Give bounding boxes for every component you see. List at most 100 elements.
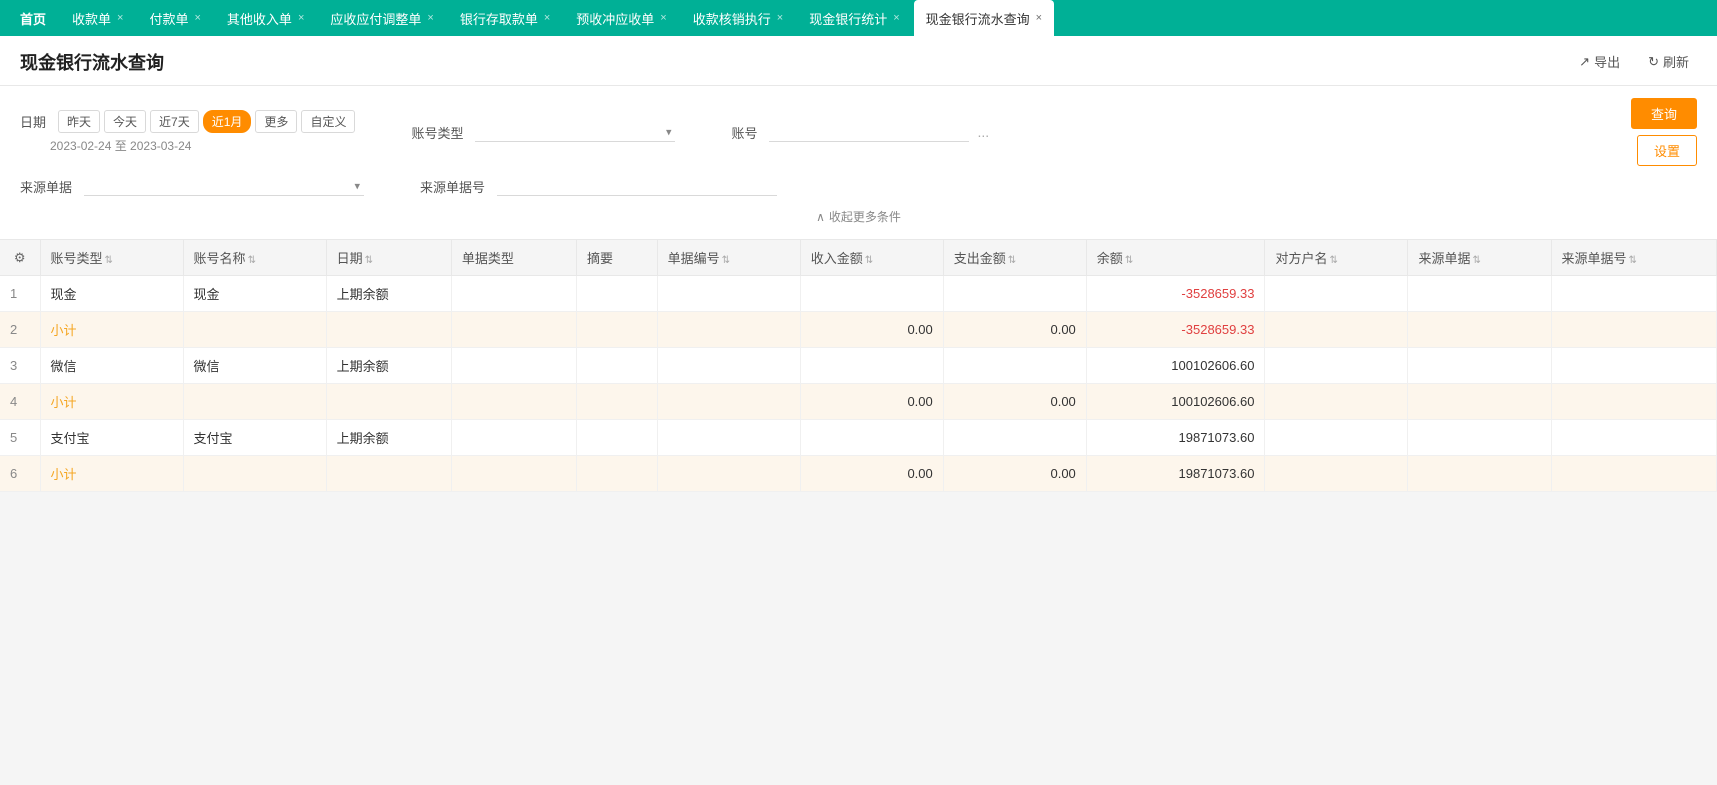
table-settings-icon[interactable]: ⚙ xyxy=(14,250,26,265)
collapse-button[interactable]: ∧ 收起更多条件 xyxy=(808,206,909,227)
data-table: ⚙账号类型⇅账号名称⇅日期⇅单据类型摘要单据编号⇅收入金额⇅支出金额⇅余额⇅对方… xyxy=(0,240,1717,492)
cell-balance: 100102606.60 xyxy=(1086,384,1265,420)
cell-doc_type xyxy=(451,420,576,456)
sort-icon-doc_no: ⇅ xyxy=(722,255,730,266)
nav-tab-2[interactable]: 其他收入单 × xyxy=(215,0,316,36)
col-header-doc_no[interactable]: 单据编号⇅ xyxy=(657,240,800,276)
cell-expense xyxy=(943,276,1086,312)
table-row: 6小计0.000.0019871073.60 xyxy=(0,456,1717,492)
account-more-btn[interactable]: ... xyxy=(977,124,989,140)
tab-close-5[interactable]: × xyxy=(660,12,666,24)
cell-doc_type xyxy=(451,276,576,312)
cell-num: 2 xyxy=(0,312,40,348)
col-label-doc_type: 单据类型 xyxy=(462,251,514,266)
tab-close-3[interactable]: × xyxy=(427,12,433,24)
date-btn-4[interactable]: 更多 xyxy=(255,110,297,133)
cell-doc_no xyxy=(657,348,800,384)
tab-close-1[interactable]: × xyxy=(194,12,200,24)
cell-date xyxy=(326,456,451,492)
nav-tab-4[interactable]: 银行存取款单× xyxy=(448,0,562,36)
source-doc-select-wrapper xyxy=(84,176,364,196)
collapse-row: ∧ 收起更多条件 xyxy=(20,206,1697,227)
cell-date xyxy=(326,312,451,348)
nav-tab-6[interactable]: 收款核销执行× xyxy=(681,0,795,36)
cell-account_name xyxy=(183,384,326,420)
tab-close-7[interactable]: × xyxy=(893,12,899,24)
refresh-label: 刷新 xyxy=(1663,52,1689,71)
settings-button[interactable]: 设置 xyxy=(1637,135,1697,166)
tab-label-2: 其他收入单 xyxy=(227,9,292,28)
cell-counterpart xyxy=(1265,420,1408,456)
cell-num: 3 xyxy=(0,348,40,384)
cell-income xyxy=(800,420,943,456)
date-btn-0[interactable]: 昨天 xyxy=(58,110,100,133)
nav-tab-8[interactable]: 现金银行流水查询× xyxy=(914,0,1054,36)
sort-icon-balance: ⇅ xyxy=(1125,255,1133,266)
cell-date: 上期余额 xyxy=(326,348,451,384)
col-header-date[interactable]: 日期⇅ xyxy=(326,240,451,276)
cell-income: 0.00 xyxy=(800,384,943,420)
cell-account_type: 小计 xyxy=(40,456,183,492)
nav-tab-3[interactable]: 应收应付调整单× xyxy=(318,0,445,36)
cell-summary xyxy=(577,420,658,456)
col-header-counterpart[interactable]: 对方户名⇅ xyxy=(1265,240,1408,276)
cell-source_doc xyxy=(1408,384,1551,420)
refresh-button[interactable]: ↻ 刷新 xyxy=(1640,48,1697,75)
tab-label-0: 收款单 xyxy=(72,9,111,28)
nav-tab-1[interactable]: 付款单× xyxy=(137,0,212,36)
nav-home[interactable]: 首页 xyxy=(8,0,58,36)
col-header-expense[interactable]: 支出金额⇅ xyxy=(943,240,1086,276)
cell-account_name xyxy=(183,312,326,348)
refresh-icon: ↻ xyxy=(1648,54,1659,70)
sort-icon-date: ⇅ xyxy=(365,255,373,266)
col-header-source_doc[interactable]: 来源单据⇅ xyxy=(1408,240,1551,276)
col-header-source_doc_no[interactable]: 来源单据号⇅ xyxy=(1551,240,1716,276)
cell-account_type: 微信 xyxy=(40,348,183,384)
tab-close-4[interactable]: × xyxy=(544,12,550,24)
query-button[interactable]: 查询 xyxy=(1631,98,1697,129)
nav-tab-0[interactable]: 收款单 × xyxy=(60,0,135,36)
cell-expense: 0.00 xyxy=(943,312,1086,348)
date-btn-1[interactable]: 今天 xyxy=(104,110,146,133)
tab-close-2[interactable]: × xyxy=(298,12,304,24)
cell-income: 0.00 xyxy=(800,312,943,348)
cell-summary xyxy=(577,312,658,348)
nav-tabs: 收款单×付款单×其他收入单×应收应付调整单×银行存取款单×预收冲应收单×收款核销… xyxy=(60,0,1054,36)
nav-tab-7[interactable]: 现金银行统计× xyxy=(797,0,911,36)
cell-account_type: 小计 xyxy=(40,384,183,420)
tab-label-5: 预收冲应收单 xyxy=(576,9,654,28)
col-label-balance: 余额 xyxy=(1097,251,1123,266)
page-title: 现金银行流水查询 xyxy=(20,49,164,85)
sort-icon-source_doc_no: ⇅ xyxy=(1629,255,1637,266)
tab-close-0[interactable]: × xyxy=(117,12,123,24)
col-label-income: 收入金额 xyxy=(811,251,863,266)
account-type-select[interactable] xyxy=(475,122,675,142)
source-doc-select[interactable] xyxy=(84,176,364,196)
cell-expense xyxy=(943,348,1086,384)
source-doc-no-input[interactable] xyxy=(497,176,777,196)
account-input[interactable] xyxy=(769,122,969,142)
col-label-source_doc: 来源单据 xyxy=(1418,251,1470,266)
date-btn-5[interactable]: 自定义 xyxy=(301,110,355,133)
col-header-doc_type: 单据类型 xyxy=(451,240,576,276)
col-header-income[interactable]: 收入金额⇅ xyxy=(800,240,943,276)
account-type-label: 账号类型 xyxy=(411,123,463,142)
cell-doc_type xyxy=(451,384,576,420)
nav-tab-5[interactable]: 预收冲应收单 × xyxy=(564,0,678,36)
cell-doc_type xyxy=(451,312,576,348)
col-header-account_type[interactable]: 账号类型⇅ xyxy=(40,240,183,276)
col-header-account_name[interactable]: 账号名称⇅ xyxy=(183,240,326,276)
cell-num: 5 xyxy=(0,420,40,456)
collapse-label: 收起更多条件 xyxy=(829,208,901,225)
tab-close-8[interactable]: × xyxy=(1036,12,1042,24)
col-label-counterpart: 对方户名 xyxy=(1275,251,1327,266)
page-header: 现金银行流水查询 ↗ 导出 ↻ 刷新 xyxy=(0,36,1717,86)
cell-source_doc_no xyxy=(1551,312,1716,348)
date-btn-2[interactable]: 近7天 xyxy=(150,110,199,133)
col-header-balance[interactable]: 余额⇅ xyxy=(1086,240,1265,276)
date-btn-3[interactable]: 近1月 xyxy=(203,110,252,133)
filter-area: 日期 昨天今天近7天近1月更多自定义 2023-02-24 至 2023-03-… xyxy=(0,86,1717,240)
export-button[interactable]: ↗ 导出 xyxy=(1571,48,1628,75)
filter-row-2: 来源单据 来源单据号 xyxy=(20,176,1697,196)
tab-close-6[interactable]: × xyxy=(777,12,783,24)
